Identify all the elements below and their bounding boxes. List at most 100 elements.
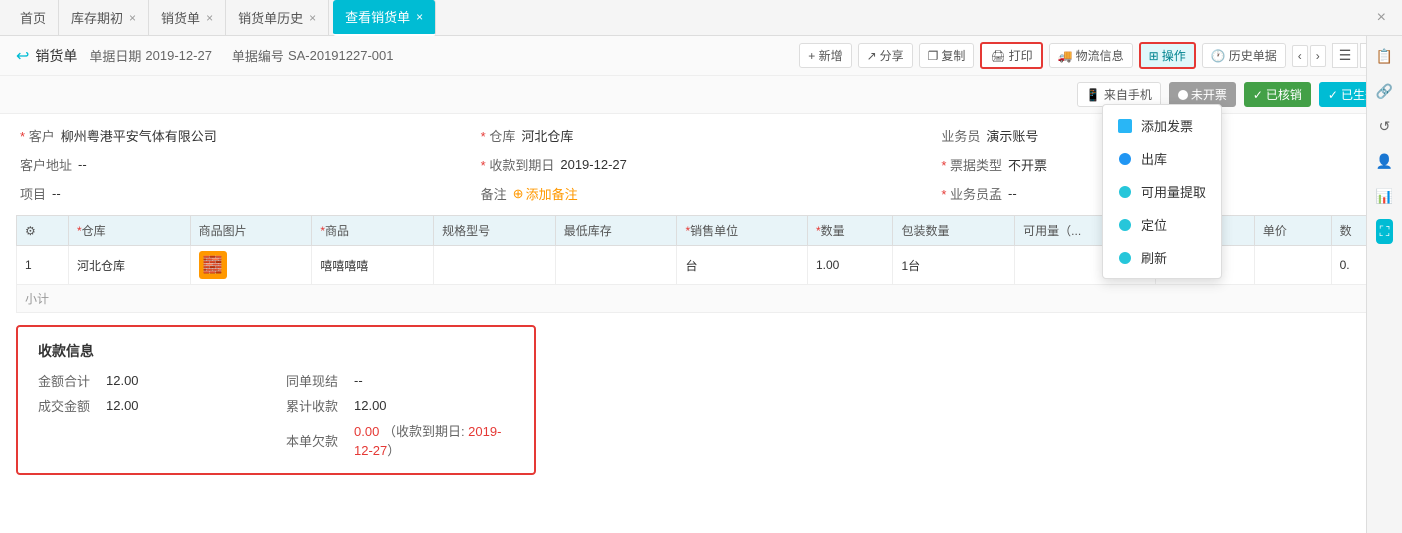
warehouse-value: 河北仓库 bbox=[521, 126, 573, 145]
cumulative-value: 12.00 bbox=[354, 398, 387, 413]
address-field: 客户地址 -- bbox=[20, 155, 461, 174]
total-row: 金额合计 12.00 bbox=[38, 371, 266, 390]
available-qty-label: 可用量提取 bbox=[1141, 182, 1206, 201]
tab-sales-close[interactable]: × bbox=[206, 11, 213, 25]
deal-value: 12.00 bbox=[106, 398, 139, 413]
staff2-value: -- bbox=[1008, 186, 1017, 201]
copy-icon: ❐ bbox=[928, 49, 939, 63]
locate-label: 定位 bbox=[1141, 215, 1167, 234]
out-warehouse-label: 出库 bbox=[1141, 149, 1167, 168]
tab-view-sales[interactable]: 查看销货单 × bbox=[333, 0, 436, 36]
customer-value: 柳州粤港平安气体有限公司 bbox=[61, 126, 217, 145]
tab-inventory[interactable]: 库存期初 × bbox=[59, 0, 149, 36]
ticket-icon bbox=[1178, 90, 1188, 100]
sidebar-icon-4[interactable]: 👤 bbox=[1372, 149, 1397, 174]
tab-sales-history[interactable]: 销货单历史 × bbox=[226, 0, 329, 36]
same-order-value: -- bbox=[354, 373, 363, 388]
next-button[interactable]: › bbox=[1310, 45, 1326, 67]
locate-icon bbox=[1117, 217, 1133, 233]
row-product: 嘻嘻嘻嘻 bbox=[312, 246, 434, 285]
col-qty: *数量 bbox=[807, 216, 893, 246]
doc-type-label: 销货单 bbox=[35, 46, 77, 66]
out-warehouse-icon bbox=[1117, 151, 1133, 167]
ticket-value: 不开票 bbox=[1008, 155, 1047, 174]
tab-inventory-close[interactable]: × bbox=[129, 11, 136, 25]
available-qty-icon bbox=[1117, 184, 1133, 200]
col-unit: *销售单位 bbox=[677, 216, 807, 246]
sidebar-icon-3[interactable]: ↺ bbox=[1375, 114, 1395, 139]
summary-section: 收款信息 金额合计 12.00 同单现结 -- 成交金额 12.00 累计收款 … bbox=[16, 325, 536, 475]
doc-date-value: 2019-12-27 bbox=[145, 48, 212, 63]
doc-header: ↩ 销货单 单据日期 2019-12-27 单据编号 SA-20191227-0… bbox=[0, 36, 1402, 76]
tab-sales-history-close[interactable]: × bbox=[309, 11, 316, 25]
history-button[interactable]: 🕐 历史单据 bbox=[1202, 43, 1286, 68]
doc-title: ↩ 销货单 bbox=[16, 46, 77, 66]
sidebar-icon-1[interactable]: 📋 bbox=[1372, 44, 1397, 69]
total-label: 金额合计 bbox=[38, 371, 98, 390]
col-settings[interactable]: ⚙ bbox=[17, 216, 69, 246]
due-date-field: * 收款到期日 2019-12-27 bbox=[481, 155, 922, 174]
operate-button[interactable]: ⊞ 操作 bbox=[1139, 42, 1196, 69]
warehouse-field: * 仓库 河北仓库 bbox=[481, 126, 922, 145]
doc-meta: 单据日期 2019-12-27 单据编号 SA-20191227-001 bbox=[89, 46, 393, 65]
product-image: 🧱 bbox=[199, 251, 227, 279]
history-icon: 🕐 bbox=[1211, 49, 1226, 63]
row-spec bbox=[434, 246, 556, 285]
print-button[interactable]: 🖨 打印 bbox=[980, 42, 1042, 69]
col-product: *商品 bbox=[312, 216, 434, 246]
total-value: 12.00 bbox=[106, 373, 139, 388]
product-img-icon: 🧱 bbox=[203, 255, 223, 275]
tab-bar-close[interactable]: × bbox=[1369, 9, 1394, 27]
tab-home[interactable]: 首页 bbox=[8, 0, 59, 36]
subtotal-row: 小计 bbox=[17, 285, 1386, 313]
add-button[interactable]: + 新增 bbox=[799, 43, 851, 68]
out-warehouse-item[interactable]: 出库 bbox=[1103, 142, 1221, 175]
doc-date-label: 单据日期 2019-12-27 bbox=[89, 46, 212, 65]
doc-type-icon: ↩ bbox=[16, 46, 29, 66]
confirm-icon: ✓ bbox=[1253, 88, 1263, 102]
logistics-icon: 🚚 bbox=[1058, 49, 1073, 63]
prev-button[interactable]: ‹ bbox=[1292, 45, 1308, 67]
logistics-button[interactable]: 🚚 物流信息 bbox=[1049, 43, 1133, 68]
col-img: 商品图片 bbox=[190, 216, 312, 246]
project-field: 项目 -- bbox=[20, 184, 461, 203]
tab-home-label: 首页 bbox=[20, 8, 46, 27]
sidebar-icon-6[interactable]: ⛶ bbox=[1376, 219, 1394, 244]
available-qty-item[interactable]: 可用量提取 bbox=[1103, 175, 1221, 208]
staff-value: 演示账号 bbox=[986, 126, 1038, 145]
row-min-stock bbox=[555, 246, 677, 285]
locate-item[interactable]: 定位 bbox=[1103, 208, 1221, 241]
refresh-icon bbox=[1117, 250, 1133, 266]
due-label: 本单欠款 bbox=[286, 431, 346, 450]
settings-icon: ⚙ bbox=[25, 224, 36, 238]
add-invoice-item[interactable]: 添加发票 bbox=[1103, 109, 1221, 142]
share-button[interactable]: ↗ 分享 bbox=[858, 43, 913, 68]
add-note-button[interactable]: ⊕ 添加备注 bbox=[513, 184, 578, 203]
row-unit: 台 bbox=[677, 246, 807, 285]
row-pack-qty: 1台 bbox=[893, 246, 1015, 285]
sidebar-icon-5[interactable]: 📊 bbox=[1372, 184, 1397, 209]
note-field: 备注 ⊕ 添加备注 bbox=[481, 184, 922, 203]
col-min-stock: 最低库存 bbox=[555, 216, 677, 246]
due-row: 本单欠款 0.00 （收款到期日: 2019-12-27） bbox=[286, 421, 514, 459]
tab-sales[interactable]: 销货单 × bbox=[149, 0, 226, 36]
doc-actions: + 新增 ↗ 分享 ❐ 复制 🖨 打印 🚚 物流信息 ⊞ 操作 � bbox=[799, 42, 1386, 69]
row-img: 🧱 bbox=[190, 246, 312, 285]
tab-inventory-label: 库存期初 bbox=[71, 8, 123, 27]
tab-view-sales-close[interactable]: × bbox=[416, 10, 423, 24]
confirm-button[interactable]: ✓ 已核销 bbox=[1244, 82, 1311, 107]
sidebar-icon-2[interactable]: 🔗 bbox=[1372, 79, 1397, 104]
nav-arrows: ‹ › bbox=[1292, 45, 1326, 67]
copy-button[interactable]: ❐ 复制 bbox=[919, 43, 975, 68]
due-value: 0.00 （收款到期日: 2019-12-27） bbox=[354, 421, 514, 459]
tab-view-sales-label: 查看销货单 bbox=[345, 7, 410, 26]
operate-icon: ⊞ bbox=[1149, 49, 1159, 63]
dropdown-menu: 添加发票 出库 可用量提取 定位 刷新 bbox=[1102, 104, 1222, 279]
row-qty: 1.00 bbox=[807, 246, 893, 285]
refresh-item[interactable]: 刷新 bbox=[1103, 241, 1221, 274]
row-index: 1 bbox=[17, 246, 69, 285]
list-view-button[interactable]: ☰ bbox=[1332, 43, 1359, 68]
share-icon: ↗ bbox=[867, 49, 877, 63]
col-price: 单价 bbox=[1254, 216, 1331, 246]
tab-sales-history-label: 销货单历史 bbox=[238, 8, 303, 27]
